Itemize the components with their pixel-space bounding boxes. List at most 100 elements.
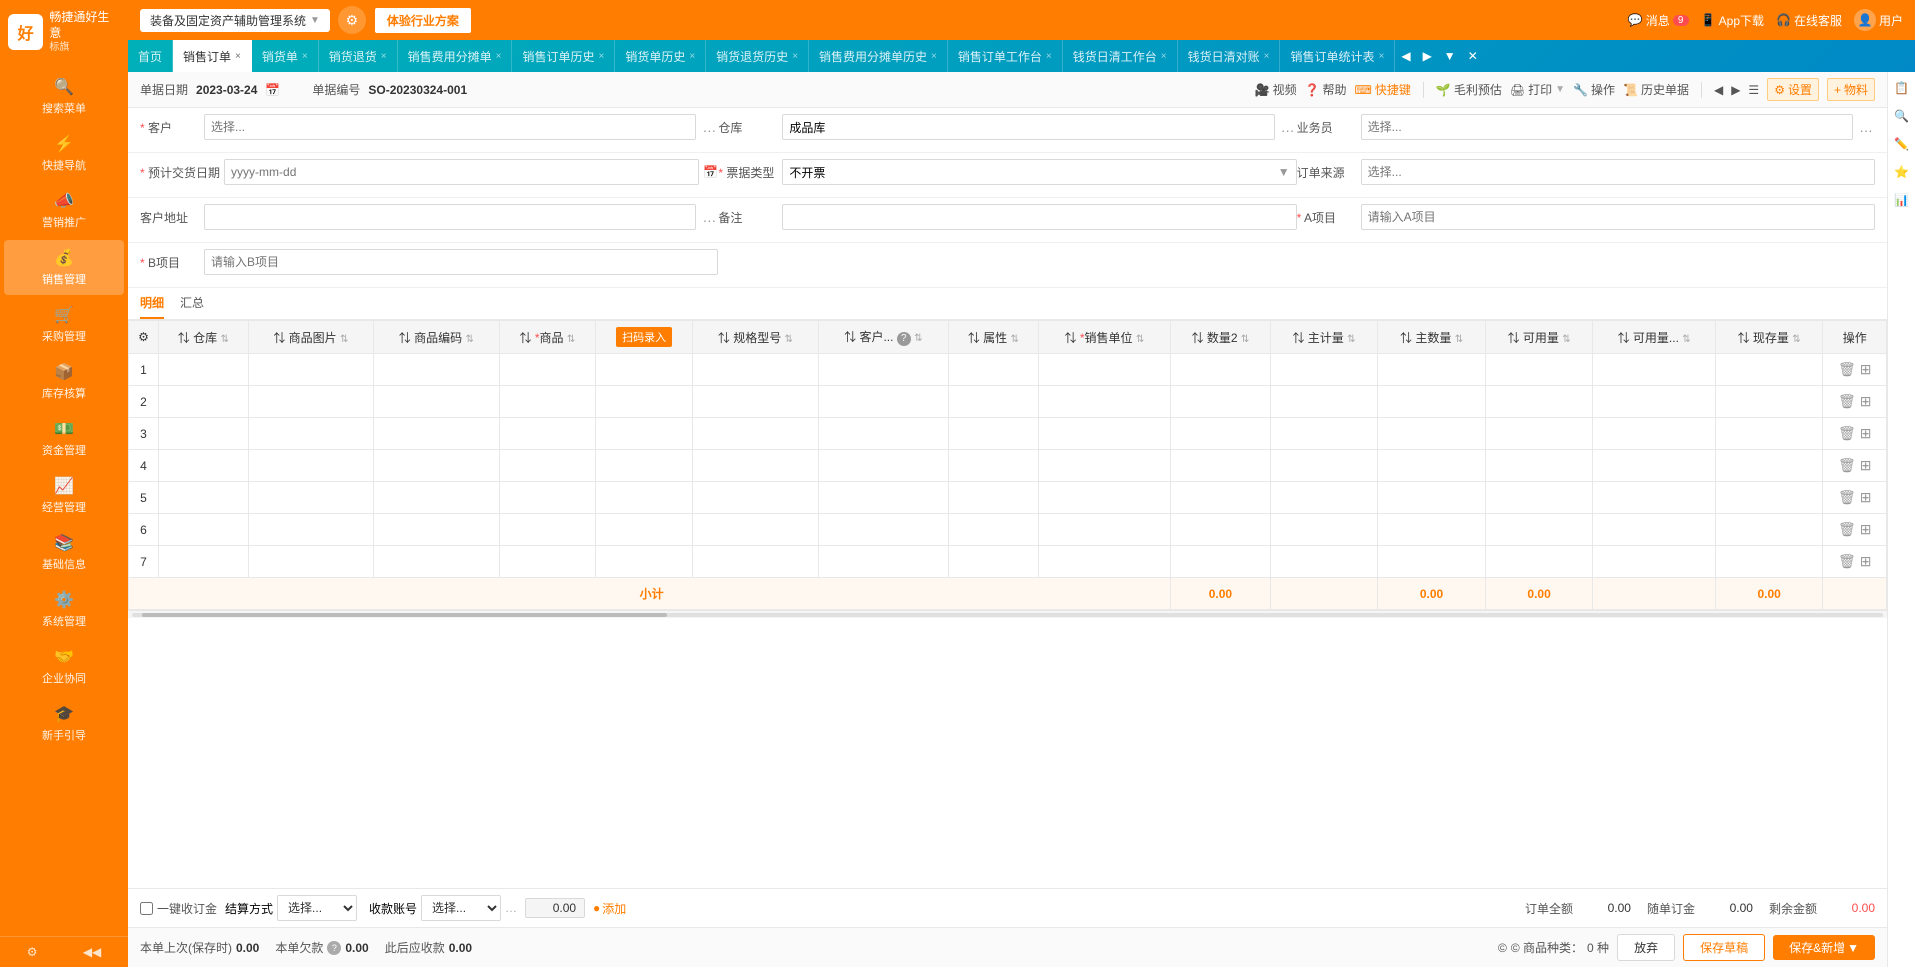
tab-next-btn[interactable]: ▶ bbox=[1417, 40, 1438, 72]
help-btn[interactable]: ❓ 帮助 bbox=[1305, 81, 1347, 98]
tab-sales-order[interactable]: 销售订单 × bbox=[173, 40, 252, 72]
right-panel-chart-btn[interactable]: 📊 bbox=[1890, 188, 1914, 212]
close-tab-icon[interactable]: × bbox=[302, 51, 308, 62]
tab-sales-fee[interactable]: 销售费用分摊单 × bbox=[398, 40, 513, 72]
delivery-input[interactable] bbox=[224, 159, 699, 185]
add-material-btn[interactable]: + 物料 bbox=[1827, 78, 1875, 101]
scan-btn[interactable]: 扫码录入 bbox=[616, 327, 672, 347]
close-tab-icon[interactable]: × bbox=[496, 51, 502, 62]
sidebar-item-purchase[interactable]: 🛒 采购管理 bbox=[4, 297, 124, 352]
close-tab-icon[interactable]: × bbox=[931, 51, 937, 62]
copy-row-icon[interactable]: ⊞ bbox=[1860, 425, 1872, 442]
col-image[interactable]: ⇅ 商品图片 bbox=[248, 321, 373, 354]
staff-input[interactable] bbox=[1361, 114, 1853, 140]
horizontal-scrollbar[interactable] bbox=[128, 610, 1887, 618]
col-available2[interactable]: ⇅ 可用量... bbox=[1593, 321, 1715, 354]
delivery-calendar-icon[interactable]: 📅 bbox=[703, 165, 718, 179]
discard-button[interactable]: 放弃 bbox=[1617, 934, 1675, 961]
tab-order-stats[interactable]: 销售订单统计表 × bbox=[1280, 40, 1395, 72]
b-project-input[interactable] bbox=[204, 249, 718, 275]
close-tab-icon[interactable]: × bbox=[598, 51, 604, 62]
app-download-btn[interactable]: 📱 App下载 bbox=[1701, 12, 1764, 29]
close-tab-icon[interactable]: × bbox=[1264, 51, 1270, 62]
col-available[interactable]: ⇅ 可用量 bbox=[1485, 321, 1593, 354]
delete-row-icon[interactable]: 🗑 bbox=[1838, 457, 1856, 474]
delete-row-icon[interactable]: 🗑 bbox=[1838, 361, 1856, 378]
sidebar-item-finance[interactable]: 💵 资金管理 bbox=[4, 411, 124, 466]
sidebar-item-enterprise[interactable]: 🤝 企业协同 bbox=[4, 639, 124, 694]
sidebar-item-inventory[interactable]: 📦 库存核算 bbox=[4, 354, 124, 409]
warehouse-input[interactable] bbox=[782, 114, 1274, 140]
one-click-label[interactable]: 一键收订金 bbox=[140, 900, 217, 917]
sidebar-item-marketing[interactable]: 📣 营销推广 bbox=[4, 183, 124, 238]
tab-daily-workbench[interactable]: 钱货日清工作台 × bbox=[1063, 40, 1178, 72]
next-record-btn[interactable]: ▶ bbox=[1731, 83, 1740, 97]
customer-input[interactable] bbox=[204, 114, 696, 140]
copy-row-icon[interactable]: ⊞ bbox=[1860, 457, 1872, 474]
close-tab-icon[interactable]: × bbox=[235, 51, 241, 62]
user-btn[interactable]: 👤 用户 bbox=[1854, 9, 1903, 31]
one-click-checkbox[interactable] bbox=[140, 902, 153, 915]
staff-ellipsis-btn[interactable]: … bbox=[1857, 119, 1875, 135]
tab-sales-return[interactable]: 销货退货 × bbox=[319, 40, 398, 72]
prev-record-btn[interactable]: ◀ bbox=[1714, 83, 1723, 97]
tab-slip-history[interactable]: 销货单历史 × bbox=[615, 40, 706, 72]
close-tab-icon[interactable]: × bbox=[792, 51, 798, 62]
delete-row-icon[interactable]: 🗑 bbox=[1838, 489, 1856, 506]
sidebar-item-search[interactable]: 🔍 搜索菜单 bbox=[4, 69, 124, 124]
save-new-button[interactable]: 保存&新增 ▼ bbox=[1773, 935, 1875, 960]
history-btn[interactable]: 📜 历史单据 bbox=[1623, 81, 1689, 98]
col-stock[interactable]: ⇅ 现存量 bbox=[1715, 321, 1823, 354]
sidebar-settings-btn[interactable]: ⚙ bbox=[27, 945, 38, 959]
print-btn[interactable]: 🖨 打印 ▼ bbox=[1510, 81, 1565, 98]
right-panel-clipboard-btn[interactable]: 📋 bbox=[1890, 76, 1914, 100]
address-ellipsis-btn[interactable]: … bbox=[700, 209, 718, 225]
copy-row-icon[interactable]: ⊞ bbox=[1860, 393, 1872, 410]
delete-row-icon[interactable]: 🗑 bbox=[1838, 553, 1856, 570]
add-payment-btn[interactable]: ● 添加 bbox=[593, 900, 626, 917]
close-tab-icon[interactable]: × bbox=[689, 51, 695, 62]
col-code[interactable]: ⇅ 商品编码 bbox=[374, 321, 499, 354]
tab-return-history[interactable]: 销货退货历史 × bbox=[706, 40, 809, 72]
tab-home[interactable]: 首页 bbox=[128, 40, 173, 72]
account-ellipsis-btn[interactable]: … bbox=[505, 901, 517, 915]
calendar-icon[interactable]: 📅 bbox=[265, 83, 280, 97]
sidebar-collapse-btn[interactable]: ◀◀ bbox=[83, 945, 101, 959]
tab-expand-btn[interactable]: ▼ bbox=[1438, 40, 1462, 72]
account-select[interactable]: 选择... bbox=[421, 895, 501, 921]
tab-daily-reconcile[interactable]: 钱货日清对账 × bbox=[1178, 40, 1281, 72]
close-tab-icon[interactable]: × bbox=[1378, 51, 1384, 62]
remark-input[interactable] bbox=[782, 204, 1296, 230]
sidebar-item-operation[interactable]: 📈 经营管理 bbox=[4, 468, 124, 523]
col-unit[interactable]: ⇅ *销售单位 bbox=[1038, 321, 1170, 354]
sidebar-item-sales[interactable]: 💰 销售管理 bbox=[4, 240, 124, 295]
online-service-btn[interactable]: 🎧 在线客服 bbox=[1776, 12, 1842, 29]
tab-sales-order-history[interactable]: 销售订单历史 × bbox=[512, 40, 615, 72]
close-tab-icon[interactable]: × bbox=[1161, 51, 1167, 62]
col-warehouse[interactable]: ⇅ 仓库 bbox=[159, 321, 249, 354]
col-customer-code[interactable]: ⇅ 客户... ? bbox=[818, 321, 948, 354]
col-settings[interactable]: ⚙ bbox=[129, 321, 159, 354]
gear-button[interactable]: ⚙ bbox=[338, 6, 366, 34]
col-goods[interactable]: ⇅ *商品 bbox=[499, 321, 596, 354]
profit-btn[interactable]: 🌱 毛利预估 bbox=[1436, 81, 1502, 98]
sidebar-item-system[interactable]: ⚙️ 系统管理 bbox=[4, 582, 124, 637]
save-draft-button[interactable]: 保存草稿 bbox=[1683, 934, 1765, 961]
set-btn[interactable]: ⚙ 设置 bbox=[1767, 78, 1819, 101]
delete-row-icon[interactable]: 🗑 bbox=[1838, 393, 1856, 410]
customer-ellipsis-btn[interactable]: … bbox=[700, 119, 718, 135]
sidebar-item-basic[interactable]: 📚 基础信息 bbox=[4, 525, 124, 580]
list-view-btn[interactable]: ☰ bbox=[1748, 83, 1759, 97]
copy-row-icon[interactable]: ⊞ bbox=[1860, 361, 1872, 378]
address-input[interactable] bbox=[204, 204, 696, 230]
close-tab-icon[interactable]: × bbox=[381, 51, 387, 62]
right-panel-search-btn[interactable]: 🔍 bbox=[1890, 104, 1914, 128]
shortcut-btn[interactable]: ⌨ 快捷键 bbox=[1355, 81, 1411, 98]
col-spec[interactable]: ⇅ 规格型号 bbox=[693, 321, 818, 354]
col-qty2[interactable]: ⇅ 数量2 bbox=[1171, 321, 1271, 354]
col-main-unit[interactable]: ⇅ 主计量 bbox=[1270, 321, 1378, 354]
sidebar-item-quicknav[interactable]: ⚡ 快捷导航 bbox=[4, 126, 124, 181]
view-video-btn[interactable]: 🎥 视频 bbox=[1255, 81, 1297, 98]
copy-row-icon[interactable]: ⊞ bbox=[1860, 521, 1872, 538]
right-panel-star-btn[interactable]: ⭐ bbox=[1890, 160, 1914, 184]
